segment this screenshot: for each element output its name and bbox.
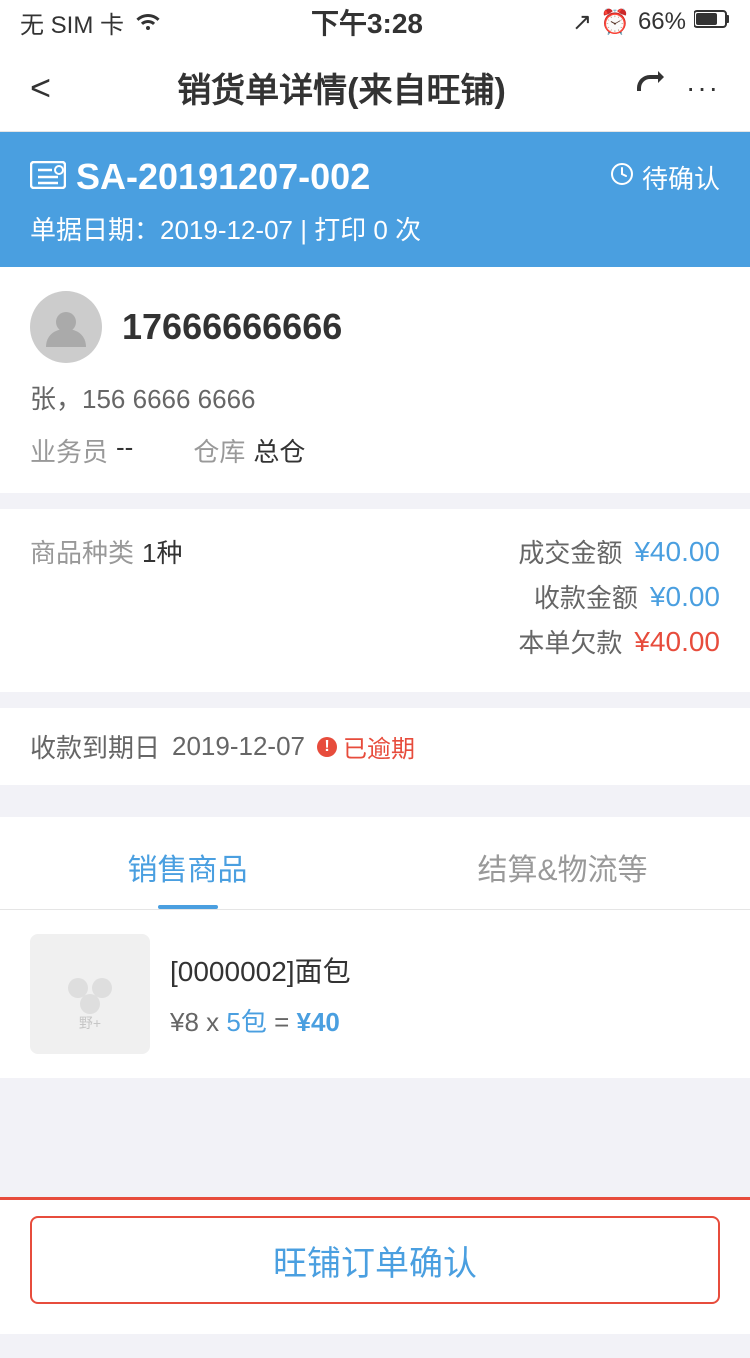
overdue-icon: ! — [317, 737, 337, 757]
wifi-icon — [134, 8, 162, 37]
product-item: 野+ [0000002]面包 ¥8 x 5包 = ¥40 — [30, 934, 720, 1054]
location-icon: ↗ — [572, 8, 592, 37]
due-date-value: 2019-12-07 — [172, 731, 305, 762]
summary-card: 商品种类 1种 成交金额 ¥40.00 收款金额 ¥0.00 本单欠款 ¥40.… — [0, 509, 750, 692]
product-list: 野+ [0000002]面包 ¥8 x 5包 = ¥40 — [0, 910, 750, 1078]
alarm-icon: ⏰ — [600, 8, 630, 37]
summary-amounts: 成交金额 ¥40.00 收款金额 ¥0.00 本单欠款 ¥40.00 — [518, 533, 720, 660]
status-left: 无 SIM 卡 — [20, 5, 162, 40]
status-bar: 无 SIM 卡 下午3:28 ↗ ⏰ 66% — [0, 0, 750, 44]
salesperson-label: 业务员 — [30, 432, 108, 469]
customer-card: 17666666666 张，156 6666 6666 业务员 -- 仓库 总仓 — [0, 267, 750, 493]
battery-label: 66% — [638, 8, 686, 36]
amount-value-0: ¥40.00 — [634, 536, 720, 568]
amount-value-1: ¥0.00 — [650, 581, 720, 613]
product-thumbnail: 野+ — [30, 934, 150, 1054]
category-label: 商品种类 — [30, 533, 134, 570]
tab-sales-product[interactable]: 销售商品 — [0, 817, 375, 909]
category-value: 1种 — [142, 533, 182, 570]
back-button[interactable]: < — [30, 67, 51, 109]
bottom-bar: 旺铺订单确认 — [0, 1197, 750, 1334]
customer-name: 张，156 6666 6666 — [30, 379, 720, 416]
product-price: ¥8 x 5包 = ¥40 — [170, 1002, 720, 1039]
amount-label-0: 成交金额 — [518, 533, 622, 570]
share-button[interactable] — [632, 67, 666, 109]
more-button[interactable]: ··· — [686, 72, 720, 104]
due-date-label: 收款到期日 — [30, 728, 160, 765]
confirm-order-button[interactable]: 旺铺订单确认 — [30, 1216, 720, 1304]
nav-bar: < 销货单详情(来自旺铺) ··· — [0, 44, 750, 132]
price-text: ¥8 x — [170, 1007, 219, 1037]
customer-phone: 17666666666 — [122, 306, 342, 348]
tabs-container: 销售商品 结算&物流等 — [0, 817, 750, 910]
status-time: 下午3:28 — [311, 2, 423, 42]
amount-label-1: 收款金额 — [534, 578, 638, 615]
order-status: 待确认 — [610, 159, 720, 196]
warehouse-label: 仓库 — [193, 432, 245, 469]
warehouse-value: 总仓 — [253, 432, 305, 469]
amount-value-2: ¥40.00 — [634, 626, 720, 658]
salesperson-value: -- — [116, 432, 133, 469]
svg-text:野+: 野+ — [79, 1015, 101, 1031]
product-info: [0000002]面包 ¥8 x 5包 = ¥40 — [170, 950, 720, 1039]
battery-icon — [694, 8, 730, 36]
order-icon — [30, 156, 66, 198]
nav-actions: ··· — [632, 67, 720, 109]
price-total: ¥40 — [297, 1007, 340, 1037]
divider-2 — [0, 692, 750, 708]
customer-meta: 业务员 -- 仓库 总仓 — [30, 432, 720, 469]
carrier-label: 无 SIM 卡 — [20, 5, 124, 40]
divider-3 — [0, 785, 750, 801]
order-id: SA-20191207-002 — [30, 156, 370, 198]
overdue-text: 已逾期 — [343, 729, 415, 764]
page-title: 销货单详情(来自旺铺) — [177, 63, 506, 112]
price-qty: 5包 — [226, 1007, 266, 1037]
tab-settlement[interactable]: 结算&物流等 — [375, 817, 750, 909]
status-right: ↗ ⏰ 66% — [572, 8, 730, 37]
avatar — [30, 291, 102, 363]
amount-label-2: 本单欠款 — [518, 623, 622, 660]
clock-icon — [610, 162, 634, 193]
due-date-card: 收款到期日 2019-12-07 ! 已逾期 — [0, 708, 750, 785]
equals-sign: = — [274, 1007, 289, 1037]
order-header: SA-20191207-002 待确认 单据日期：2019-12-07 | 打印… — [0, 132, 750, 267]
order-date: 单据日期：2019-12-07 | 打印 0 次 — [30, 210, 720, 247]
product-name: [0000002]面包 — [170, 950, 720, 990]
divider-1 — [0, 493, 750, 509]
overdue-badge: ! 已逾期 — [317, 729, 415, 764]
